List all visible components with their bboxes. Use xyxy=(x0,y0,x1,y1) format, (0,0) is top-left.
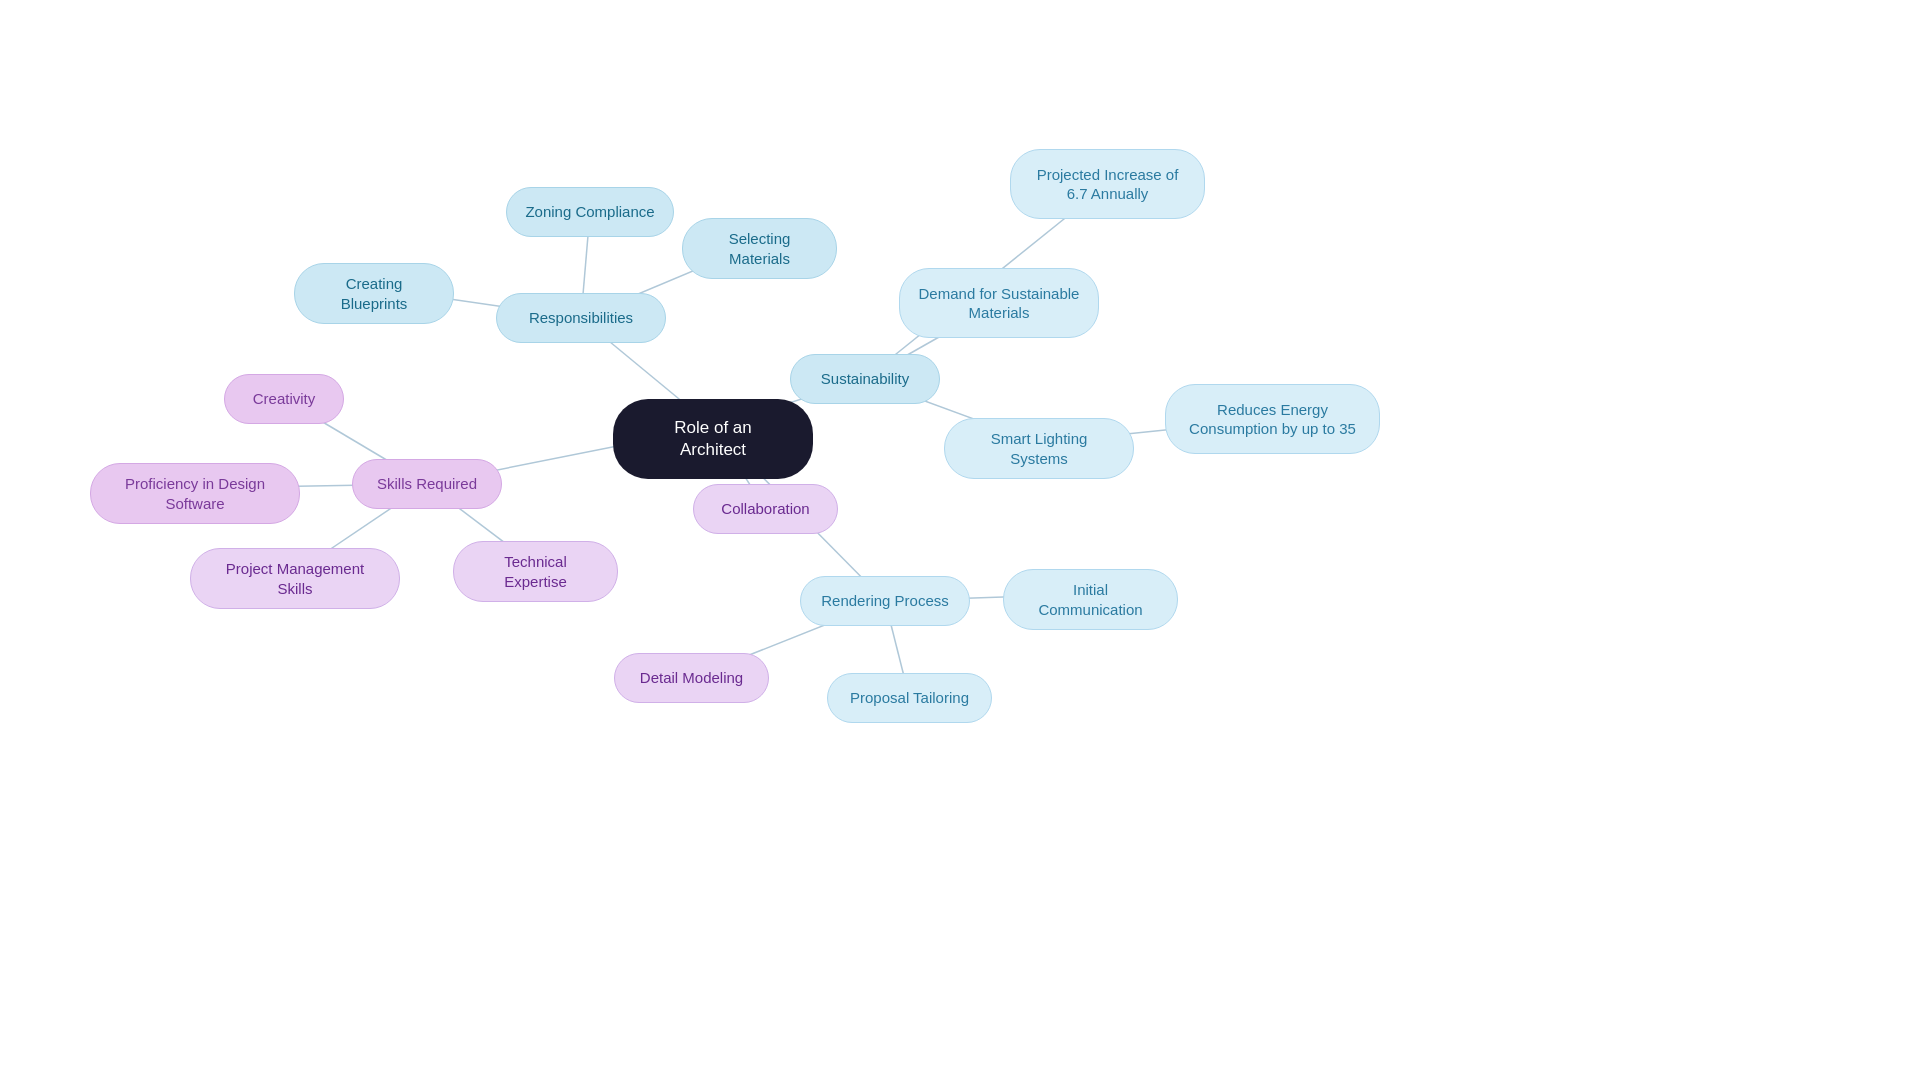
node-smart[interactable]: Smart Lighting Systems xyxy=(944,418,1134,479)
node-project_mgmt[interactable]: Project Management Skills xyxy=(190,548,400,609)
node-creativity[interactable]: Creativity xyxy=(224,374,344,424)
node-demand[interactable]: Demand for Sustainable Materials xyxy=(899,268,1099,338)
mind-map-container: Role of an Architect Responsibilities Zoni… xyxy=(0,0,1920,1083)
node-center[interactable]: Role of an Architect xyxy=(613,399,813,479)
node-collaboration[interactable]: Collaboration xyxy=(693,484,838,534)
node-technical[interactable]: Technical Expertise xyxy=(453,541,618,602)
node-initial_comm[interactable]: Initial Communication xyxy=(1003,569,1178,630)
node-materials[interactable]: Selecting Materials xyxy=(682,218,837,279)
node-blueprints[interactable]: Creating Blueprints xyxy=(294,263,454,324)
node-reduces[interactable]: Reduces Energy Consumption by up to 35 xyxy=(1165,384,1380,454)
node-proficiency[interactable]: Proficiency in Design Software xyxy=(90,463,300,524)
node-proposal[interactable]: Proposal Tailoring xyxy=(827,673,992,723)
node-skills[interactable]: Skills Required xyxy=(352,459,502,509)
node-sustainability[interactable]: Sustainability xyxy=(790,354,940,404)
connections-svg xyxy=(0,0,1920,1083)
node-responsibilities[interactable]: Responsibilities xyxy=(496,293,666,343)
node-detail[interactable]: Detail Modeling xyxy=(614,653,769,703)
node-zoning[interactable]: Zoning Compliance xyxy=(506,187,674,237)
node-rendering[interactable]: Rendering Process xyxy=(800,576,970,626)
node-projected[interactable]: Projected Increase of 6.7 Annually xyxy=(1010,149,1205,219)
